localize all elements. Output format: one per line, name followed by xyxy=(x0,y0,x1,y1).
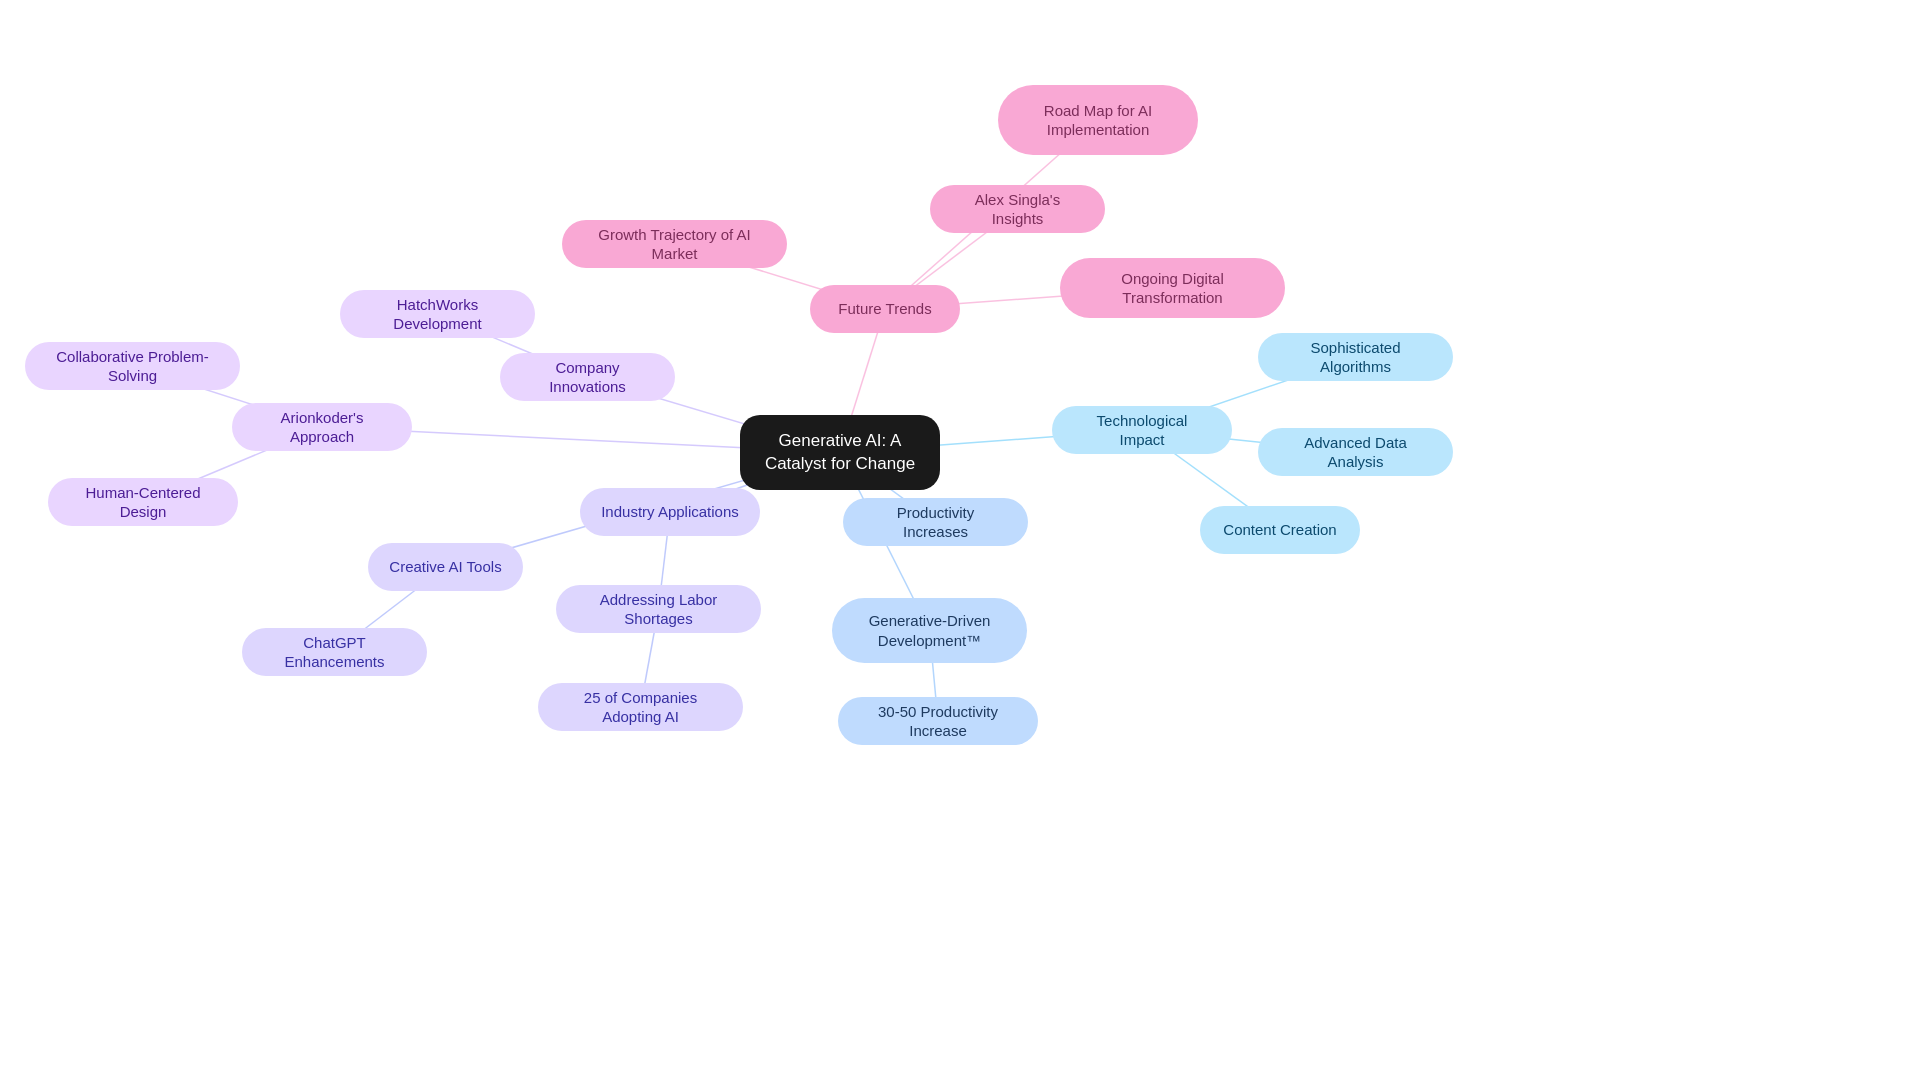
sophisticated-algorithms-node: Sophisticated Algorithms xyxy=(1258,333,1453,381)
human-centered-node: Human-Centered Design xyxy=(48,478,238,526)
company-innovations-node: Company Innovations xyxy=(500,353,675,401)
center-node: Generative AI: A Catalyst for Change xyxy=(740,415,940,490)
alex-singla-node: Alex Singla's Insights xyxy=(930,185,1105,233)
road-map-node: Road Map for AI Implementation xyxy=(998,85,1198,155)
growth-trajectory-node: Growth Trajectory of AI Market xyxy=(562,220,787,268)
addressing-labor-node: Addressing Labor Shortages xyxy=(556,585,761,633)
productivity-3050-node: 30-50 Productivity Increase xyxy=(838,697,1038,745)
hatchworks-node: HatchWorks Development xyxy=(340,290,535,338)
content-creation-node: Content Creation xyxy=(1200,506,1360,554)
creative-ai-node: Creative AI Tools xyxy=(368,543,523,591)
companies-adopting-node: 25 of Companies Adopting AI xyxy=(538,683,743,731)
arionkoder-node: Arionkoder's Approach xyxy=(232,403,412,451)
industry-applications-node: Industry Applications xyxy=(580,488,760,536)
generative-driven-node: Generative-Driven Development™ xyxy=(832,598,1027,663)
ongoing-digital-node: Ongoing Digital Transformation xyxy=(1060,258,1285,318)
future-trends-node: Future Trends xyxy=(810,285,960,333)
technological-impact-node: Technological Impact xyxy=(1052,406,1232,454)
productivity-increases-node: Productivity Increases xyxy=(843,498,1028,546)
collaborative-node: Collaborative Problem-Solving xyxy=(25,342,240,390)
advanced-data-node: Advanced Data Analysis xyxy=(1258,428,1453,476)
chatgpt-node: ChatGPT Enhancements xyxy=(242,628,427,676)
